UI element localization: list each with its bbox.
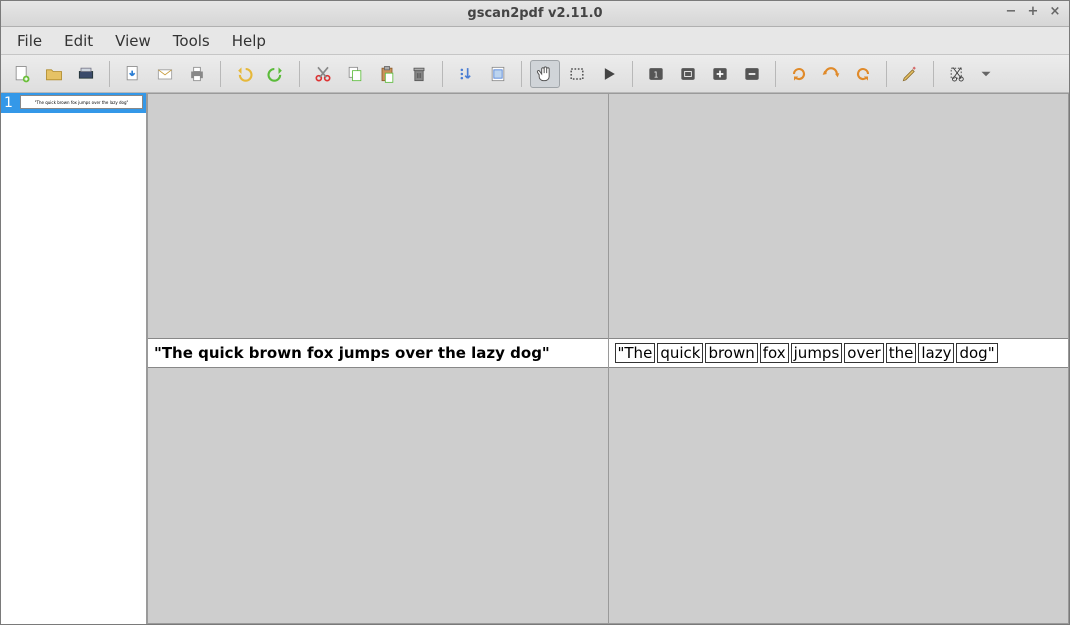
titlebar: gscan2pdf v2.11.0 − + × <box>1 1 1069 27</box>
close-button[interactable]: × <box>1047 4 1063 19</box>
copy-icon[interactable] <box>340 60 370 88</box>
delete-icon[interactable] <box>404 60 434 88</box>
ocr-view[interactable]: "Thequickbrownfoxjumpsoverthelazydog" <box>608 93 1070 624</box>
window-title: gscan2pdf v2.11.0 <box>467 6 602 21</box>
rotate-ccw-icon[interactable] <box>848 60 878 88</box>
ocr-word[interactable]: brown <box>705 343 757 363</box>
overflow-menu-icon[interactable] <box>976 60 996 88</box>
menubar: File Edit View Tools Help <box>1 27 1069 55</box>
undo-icon[interactable] <box>229 60 259 88</box>
open-folder-icon[interactable] <box>39 60 69 88</box>
menu-file[interactable]: File <box>7 29 52 53</box>
crop-icon[interactable] <box>942 60 972 88</box>
select-all-icon[interactable] <box>483 60 513 88</box>
views-container: "The quick brown fox jumps over the lazy… <box>147 93 1069 624</box>
ocr-word[interactable]: the <box>886 343 917 363</box>
toolbar: 1 <box>1 55 1069 93</box>
ocr-word[interactable]: lazy <box>918 343 954 363</box>
minimize-button[interactable]: − <box>1003 4 1019 19</box>
document-text: "The quick brown fox jumps over the lazy… <box>154 344 550 362</box>
rotate-cw-icon[interactable] <box>784 60 814 88</box>
select-rect-icon[interactable] <box>562 60 592 88</box>
thumbnail-panel[interactable]: 1 "The quick brown fox jumps over the la… <box>1 93 147 624</box>
page-content-strip: "The quick brown fox jumps over the lazy… <box>148 338 608 368</box>
svg-text:1: 1 <box>654 70 659 79</box>
thumbnail-item[interactable]: 1 "The quick brown fox jumps over the la… <box>1 93 146 113</box>
ocr-word[interactable]: dog" <box>956 343 997 363</box>
renumber-icon[interactable] <box>451 60 481 88</box>
play-icon[interactable] <box>594 60 624 88</box>
print-icon[interactable] <box>182 60 212 88</box>
menu-view[interactable]: View <box>105 29 161 53</box>
thumbnail-preview: "The quick brown fox jumps over the lazy… <box>20 95 143 109</box>
ocr-word[interactable]: quick <box>657 343 703 363</box>
menu-tools[interactable]: Tools <box>163 29 220 53</box>
paste-icon[interactable] <box>372 60 402 88</box>
thumbnail-number: 1 <box>4 95 16 111</box>
zoom-100-icon[interactable]: 1 <box>641 60 671 88</box>
rotate-180-icon[interactable] <box>816 60 846 88</box>
image-view[interactable]: "The quick brown fox jumps over the lazy… <box>147 93 608 624</box>
menu-help[interactable]: Help <box>222 29 276 53</box>
maximize-button[interactable]: + <box>1025 4 1041 19</box>
ocr-word[interactable]: "The <box>615 343 656 363</box>
window-controls: − + × <box>1003 4 1063 19</box>
ocr-word[interactable]: jumps <box>791 343 843 363</box>
ocr-word[interactable]: over <box>844 343 883 363</box>
zoom-fit-icon[interactable] <box>673 60 703 88</box>
edit-image-icon[interactable] <box>895 60 925 88</box>
save-icon[interactable] <box>118 60 148 88</box>
cut-icon[interactable] <box>308 60 338 88</box>
menu-edit[interactable]: Edit <box>54 29 103 53</box>
ocr-content-strip: "Thequickbrownfoxjumpsoverthelazydog" <box>609 338 1069 368</box>
redo-icon[interactable] <box>261 60 291 88</box>
scanner-icon[interactable] <box>71 60 101 88</box>
zoom-in-icon[interactable] <box>705 60 735 88</box>
email-icon[interactable] <box>150 60 180 88</box>
new-document-icon[interactable] <box>7 60 37 88</box>
workspace: 1 "The quick brown fox jumps over the la… <box>1 93 1069 624</box>
zoom-out-icon[interactable] <box>737 60 767 88</box>
ocr-word[interactable]: fox <box>760 343 789 363</box>
pan-hand-icon[interactable] <box>530 60 560 88</box>
